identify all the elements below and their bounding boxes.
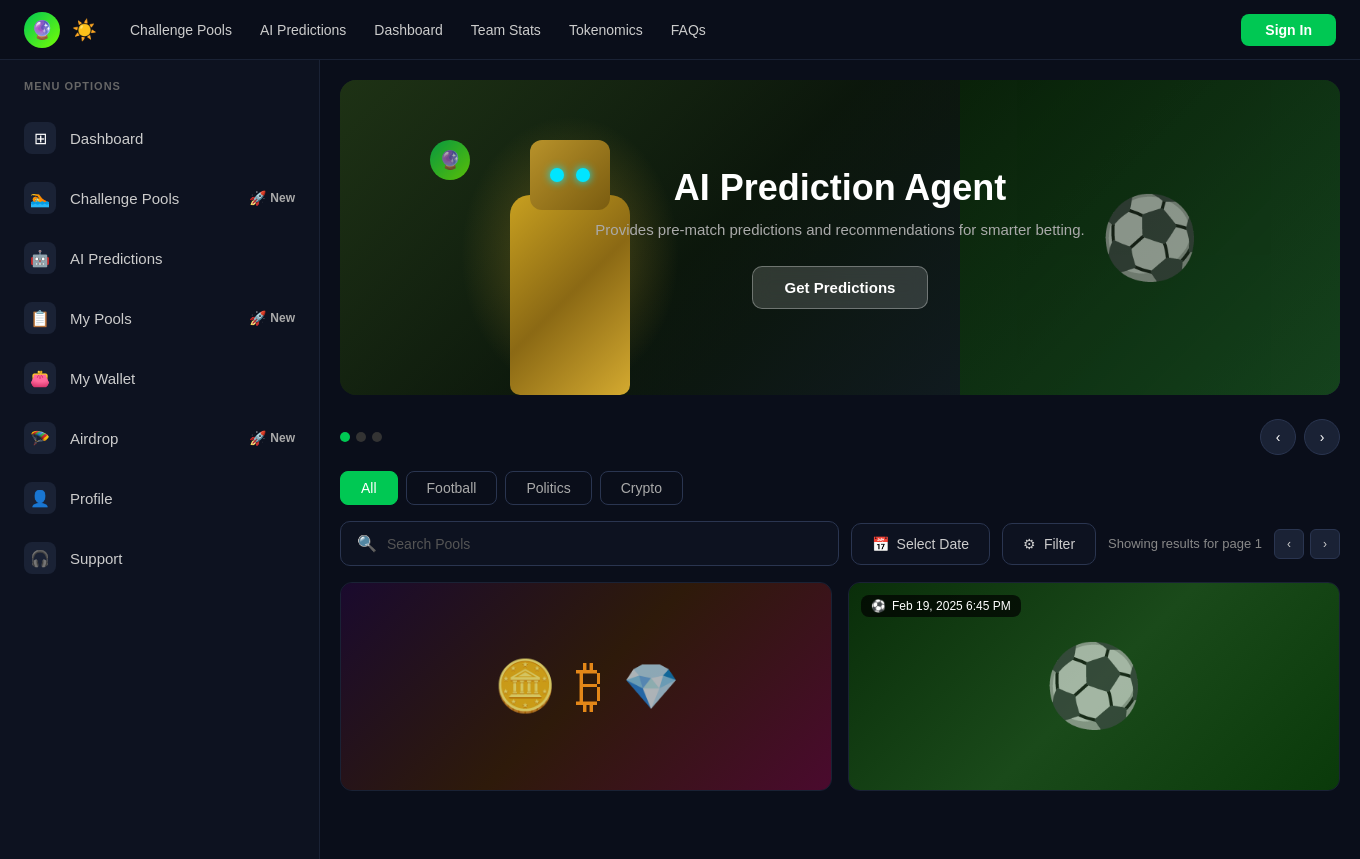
bitcoin-icon: ₿	[576, 654, 603, 718]
crypto-coins-icon: 🪙	[494, 657, 556, 715]
football-date-text: Feb 19, 2025 6:45 PM	[892, 599, 1011, 613]
challenge-pools-new-badge: 🚀 New	[249, 190, 295, 206]
carousel-next-button[interactable]: ›	[1304, 419, 1340, 455]
nav-challenge-pools[interactable]: Challenge Pools	[130, 22, 232, 38]
main-layout: MENU OPTIONS ⊞ Dashboard 🏊 Challenge Poo…	[0, 60, 1360, 859]
search-input[interactable]	[387, 536, 822, 552]
filter-tab-football[interactable]: Football	[406, 471, 498, 505]
lisk-logo-hero: 🔮	[430, 140, 470, 180]
sidebar-airdrop-label: Airdrop	[70, 430, 235, 447]
nav-ai-predictions[interactable]: AI Predictions	[260, 22, 346, 38]
select-date-button[interactable]: 📅 Select Date	[851, 523, 990, 565]
logo[interactable]: 🔮 ☀️	[24, 12, 98, 48]
challenge-pools-icon: 🏊	[24, 182, 56, 214]
my-pools-icon: 📋	[24, 302, 56, 334]
sidebar-ai-predictions-label: AI Predictions	[70, 250, 295, 267]
carousel-dot-3[interactable]	[372, 432, 382, 442]
page-arrows: ‹ ›	[1274, 529, 1340, 559]
search-filter-row: 🔍 📅 Select Date ⚙ Filter Showing results…	[340, 521, 1340, 566]
get-predictions-button[interactable]: Get Predictions	[752, 266, 929, 309]
dashboard-icon: ⊞	[24, 122, 56, 154]
my-pools-rocket-icon: 🚀	[249, 310, 266, 326]
calendar-icon: 📅	[872, 536, 889, 552]
nav-team-stats[interactable]: Team Stats	[471, 22, 541, 38]
carousel-prev-button[interactable]: ‹	[1260, 419, 1296, 455]
football-date-badge: ⚽ Feb 19, 2025 6:45 PM	[861, 595, 1021, 617]
pool-card-crypto[interactable]: 🪙 ₿ 💎 Ethereum will be below $1,500 on F…	[340, 582, 832, 791]
pool-card-crypto-image: 🪙 ₿ 💎	[341, 583, 831, 790]
select-date-label: Select Date	[897, 536, 969, 552]
page-prev-button[interactable]: ‹	[1274, 529, 1304, 559]
airdrop-rocket-icon: 🚀	[249, 430, 266, 446]
hero-banner: 🔮 AI Prediction Agent Provides pre-match…	[340, 80, 1340, 395]
profile-icon: 👤	[24, 482, 56, 514]
support-icon: 🎧	[24, 542, 56, 574]
challenge-pools-rocket-icon: 🚀	[249, 190, 266, 206]
sidebar-item-dashboard[interactable]: ⊞ Dashboard	[0, 108, 319, 168]
sidebar-item-my-wallet[interactable]: 👛 My Wallet	[0, 348, 319, 408]
carousel-arrows: ‹ ›	[1260, 419, 1340, 455]
football-ball-icon: ⚽	[1044, 639, 1144, 733]
topnav-links: Challenge Pools AI Predictions Dashboard…	[130, 22, 1209, 38]
carousel-dot-2[interactable]	[356, 432, 366, 442]
pool-card-football-image: ⚽ Feb 19, 2025 6:45 PM ⚽	[849, 583, 1339, 790]
sidebar: MENU OPTIONS ⊞ Dashboard 🏊 Challenge Poo…	[0, 60, 320, 859]
sidebar-dashboard-label: Dashboard	[70, 130, 295, 147]
ai-predictions-icon: 🤖	[24, 242, 56, 274]
hero-title: AI Prediction Agent	[595, 167, 1084, 209]
nav-tokenomics[interactable]: Tokenomics	[569, 22, 643, 38]
sidebar-item-support[interactable]: 🎧 Support	[0, 528, 319, 588]
pool-card-crypto-body: Ethereum will be below $1,500 on Feb 20,…	[341, 790, 831, 791]
results-label: Showing results for page 1	[1108, 536, 1262, 551]
page-next-button[interactable]: ›	[1310, 529, 1340, 559]
airdrop-new-badge: 🚀 New	[249, 430, 295, 446]
search-icon: 🔍	[357, 534, 377, 553]
nav-dashboard[interactable]: Dashboard	[374, 22, 443, 38]
filter-tab-all[interactable]: All	[340, 471, 398, 505]
airdrop-icon: 🪂	[24, 422, 56, 454]
nav-faqs[interactable]: FAQs	[671, 22, 706, 38]
main-content: 🔮 AI Prediction Agent Provides pre-match…	[320, 60, 1360, 859]
carousel-controls: ‹ ›	[340, 411, 1340, 471]
sidebar-item-profile[interactable]: 👤 Profile	[0, 468, 319, 528]
filter-tabs: All Football Politics Crypto	[340, 471, 1340, 505]
menu-options-label: MENU OPTIONS	[0, 80, 319, 108]
robot-eyes	[550, 168, 590, 182]
sidebar-profile-label: Profile	[70, 490, 295, 507]
sidebar-item-challenge-pools[interactable]: 🏊 Challenge Pools 🚀 New	[0, 168, 319, 228]
my-wallet-icon: 👛	[24, 362, 56, 394]
sidebar-item-my-pools[interactable]: 📋 My Pools 🚀 New	[0, 288, 319, 348]
eth-icon: 💎	[623, 660, 679, 713]
hero-content: AI Prediction Agent Provides pre-match p…	[595, 167, 1084, 309]
filter-icon: ⚙	[1023, 536, 1036, 552]
my-pools-new-badge: 🚀 New	[249, 310, 295, 326]
filter-button[interactable]: ⚙ Filter	[1002, 523, 1096, 565]
sidebar-item-airdrop[interactable]: 🪂 Airdrop 🚀 New	[0, 408, 319, 468]
pool-card-football-body: Borussia Dortmund VS Sporting CP outcome…	[849, 790, 1339, 791]
logo-icon: 🔮	[24, 12, 60, 48]
filter-label: Filter	[1044, 536, 1075, 552]
carousel-dots	[340, 432, 382, 442]
signin-button[interactable]: Sign In	[1241, 14, 1336, 46]
filter-tab-crypto[interactable]: Crypto	[600, 471, 683, 505]
sidebar-item-ai-predictions[interactable]: 🤖 AI Predictions	[0, 228, 319, 288]
pools-grid: 🪙 ₿ 💎 Ethereum will be below $1,500 on F…	[340, 582, 1340, 791]
sidebar-support-label: Support	[70, 550, 295, 567]
hero-subtitle: Provides pre-match predictions and recom…	[595, 221, 1084, 238]
sidebar-my-wallet-label: My Wallet	[70, 370, 295, 387]
pool-card-football[interactable]: ⚽ Feb 19, 2025 6:45 PM ⚽ Borussia Dortmu…	[848, 582, 1340, 791]
sidebar-my-pools-label: My Pools	[70, 310, 235, 327]
robot-eye-right	[576, 168, 590, 182]
sidebar-challenge-pools-label: Challenge Pools	[70, 190, 235, 207]
carousel-dot-1[interactable]	[340, 432, 350, 442]
soccer-icon-badge: ⚽	[871, 599, 886, 613]
sun-icon: ☀️	[70, 16, 98, 44]
search-box[interactable]: 🔍	[340, 521, 839, 566]
filter-tab-politics[interactable]: Politics	[505, 471, 591, 505]
topnav: 🔮 ☀️ Challenge Pools AI Predictions Dash…	[0, 0, 1360, 60]
robot-eye-left	[550, 168, 564, 182]
